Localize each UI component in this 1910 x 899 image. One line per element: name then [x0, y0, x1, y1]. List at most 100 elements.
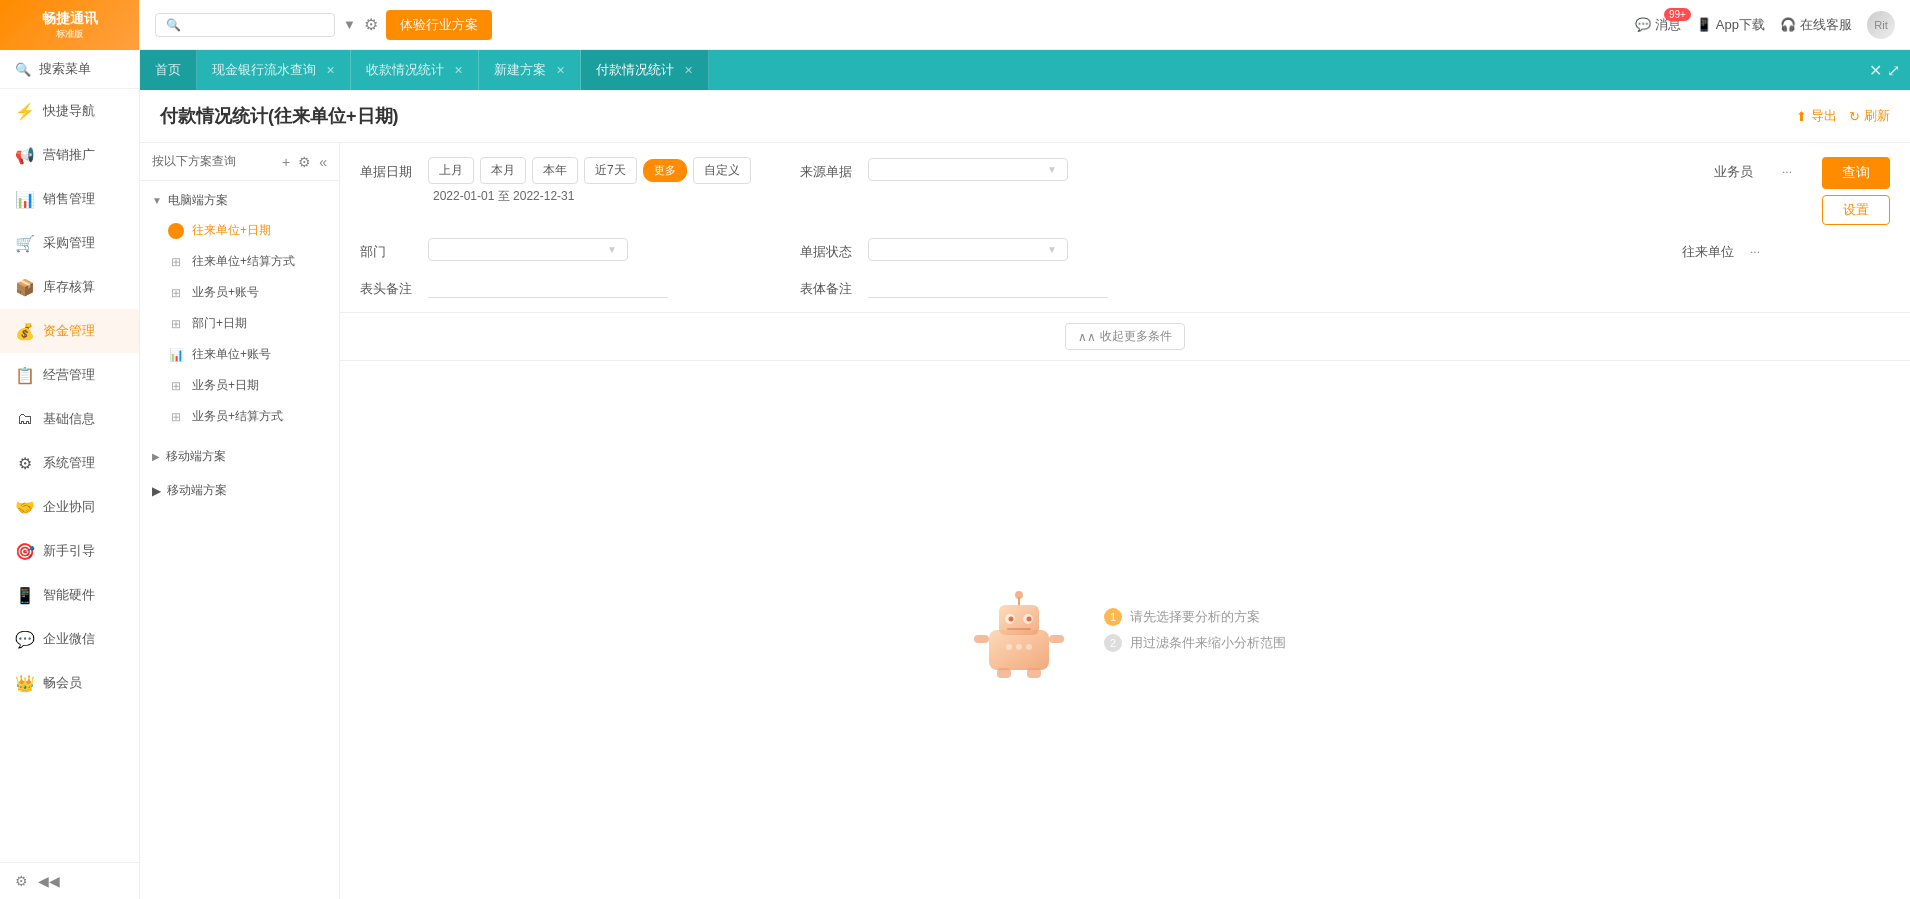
sidebar-item-wechat[interactable]: 💬 企业微信 — [0, 617, 139, 661]
sidebar-item-enterprise[interactable]: 🤝 企业协同 — [0, 485, 139, 529]
source-bill-select[interactable]: ▼ — [868, 158, 1068, 181]
topbar-search-area: 🔍 ▼ ⚙ 体验行业方案 — [155, 10, 1625, 40]
topbar: 🔍 ▼ ⚙ 体验行业方案 💬 消息 99+ 📱 App下载 🎧 在线客服 Ri — [140, 0, 1910, 50]
sidebar-item-system[interactable]: ⚙ 系统管理 — [0, 441, 139, 485]
tab-close-cashflow[interactable]: ✕ — [326, 64, 335, 77]
hint-num-2: 2 — [1104, 634, 1122, 652]
tab-receipt-stats[interactable]: 收款情况统计 ✕ — [351, 50, 479, 90]
sidebar-item-member[interactable]: 👑 畅会员 — [0, 661, 139, 705]
hint-2-text: 用过滤条件来缩小分析范围 — [1130, 634, 1286, 652]
nav-label-wechat: 企业微信 — [43, 630, 95, 648]
tabbar-actions: ✕ ⤢ — [1859, 50, 1910, 90]
tab-payment-stats[interactable]: 付款情况统计✕ — [581, 50, 709, 90]
scheme-section-title-mobile[interactable]: ▶ 移动端方案 — [140, 442, 339, 471]
trial-btn[interactable]: 体验行业方案 — [386, 10, 492, 40]
collapse-sidebar-icon[interactable]: ◀◀ — [38, 873, 60, 889]
nav-icon-marketing: 📢 — [15, 145, 35, 165]
scheme-item-label-staff-account: 业务员+账号 — [192, 284, 259, 301]
scheme-settings-icon[interactable]: ⚙ — [298, 154, 311, 170]
page-header-actions: ⬆ 导出 ↻ 刷新 — [1796, 107, 1890, 125]
sidebar-item-inventory[interactable]: 📦 库存核算 — [0, 265, 139, 309]
notifications-item[interactable]: 💬 消息 99+ — [1635, 16, 1681, 34]
scheme-item-dept-date[interactable]: ⊞部门+日期 — [140, 308, 339, 339]
avatar-text: Rit — [1874, 19, 1887, 31]
search-menu-item[interactable]: 🔍 搜索菜单 — [0, 50, 139, 89]
page-content: 付款情况统计(往来单位+日期) ⬆ 导出 ↻ 刷新 按以下方案查询 + — [140, 90, 1910, 899]
tab-close-payment-stats[interactable]: ✕ — [684, 64, 693, 77]
topbar-icons: 💬 消息 99+ 📱 App下载 🎧 在线客服 Rit — [1635, 11, 1895, 39]
tab-close-receipt-stats[interactable]: ✕ — [454, 64, 463, 77]
left-panel: 按以下方案查询 + ⚙ « ▼ 电脑端方案 往来单位+日期⊞往来单位+结算方式⊞… — [140, 143, 340, 899]
nav-icon-hardware: 📱 — [15, 585, 35, 605]
export-label: 导出 — [1811, 107, 1837, 125]
refresh-icon: ↻ — [1849, 109, 1860, 124]
settings-bottom-icon[interactable]: ⚙ — [15, 873, 28, 889]
collapse-bar: ∧∧ 收起更多条件 — [340, 313, 1910, 361]
date-custom[interactable]: 自定义 — [693, 157, 751, 184]
scheme-section-mobile[interactable]: ▶移动端方案 — [140, 476, 339, 505]
scheme-item-staff-date[interactable]: ⊞业务员+日期 — [140, 370, 339, 401]
tab-new-scheme[interactable]: 新建方案 ✕ — [479, 50, 581, 90]
query-btn[interactable]: 查询 — [1822, 157, 1890, 189]
scheme-item-staff-settle[interactable]: ⊞业务员+结算方式 — [140, 401, 339, 432]
add-scheme-btn[interactable]: + — [282, 154, 290, 170]
user-avatar[interactable]: Rit — [1867, 11, 1895, 39]
table-body-note-input[interactable] — [868, 273, 1108, 298]
date-this-year[interactable]: 本年 — [532, 157, 578, 184]
tab-home[interactable]: 首页 — [140, 50, 197, 90]
maximize-icon[interactable]: ⤢ — [1887, 61, 1900, 80]
topbar-dropdown-arrow[interactable]: ▼ — [343, 17, 356, 32]
scheme-item-partner-date[interactable]: 往来单位+日期 — [140, 215, 339, 246]
sidebar-logo: 畅捷通讯 标准版 — [0, 0, 139, 50]
date-label: 单据日期 — [360, 157, 420, 181]
table-icon-partner-settle: ⊞ — [168, 254, 184, 270]
date-more[interactable]: 更多 — [643, 159, 687, 182]
page-header: 付款情况统计(往来单位+日期) ⬆ 导出 ↻ 刷新 — [140, 90, 1910, 143]
sidebar-item-sales[interactable]: 📊 销售管理 — [0, 177, 139, 221]
date-last-7[interactable]: 近7天 — [584, 157, 637, 184]
scheme-item-staff-account[interactable]: ⊞业务员+账号 — [140, 277, 339, 308]
nav-icon-basic: 🗂 — [15, 409, 35, 429]
query-area: 查询 设置 — [1822, 157, 1890, 225]
nav-label-operation: 经营管理 — [43, 366, 95, 384]
date-options: 上月 本月 本年 近7天 更多 自定义 — [428, 157, 751, 184]
scheme-item-partner-settle[interactable]: ⊞往来单位+结算方式 — [140, 246, 339, 277]
bill-status-select[interactable]: ▼ — [868, 238, 1068, 261]
nav-label-guide: 新手引导 — [43, 542, 95, 560]
sidebar-item-guide[interactable]: 🎯 新手引导 — [0, 529, 139, 573]
date-this-month[interactable]: 本月 — [480, 157, 526, 184]
sidebar-item-operation[interactable]: 📋 经营管理 — [0, 353, 139, 397]
online-service-item[interactable]: 🎧 在线客服 — [1780, 16, 1852, 34]
topbar-gear-icon[interactable]: ⚙ — [364, 15, 378, 34]
nav-icon-guide: 🎯 — [15, 541, 35, 561]
sidebar-item-finance[interactable]: 💰 资金管理 — [0, 309, 139, 353]
refresh-btn[interactable]: ↻ 刷新 — [1849, 107, 1890, 125]
tab-label-receipt-stats: 收款情况统计 — [366, 61, 444, 79]
sidebar-item-marketing[interactable]: 📢 营销推广 — [0, 133, 139, 177]
sidebar-item-basic[interactable]: 🗂 基础信息 — [0, 397, 139, 441]
app-download-item[interactable]: 📱 App下载 — [1696, 16, 1765, 34]
tab-close-new-scheme[interactable]: ✕ — [556, 64, 565, 77]
close-all-tabs-icon[interactable]: ✕ — [1869, 61, 1882, 80]
sidebar-item-purchase[interactable]: 🛒 采购管理 — [0, 221, 139, 265]
bill-status-arrow: ▼ — [1047, 244, 1057, 255]
staff-dots[interactable]: ... — [1782, 162, 1792, 176]
sidebar-item-quick-nav[interactable]: ⚡ 快捷导航 — [0, 89, 139, 133]
tab-label-new-scheme: 新建方案 — [494, 61, 546, 79]
collapse-left-panel-icon[interactable]: « — [319, 154, 327, 170]
section-arrow-mobile: ▶ — [152, 451, 160, 462]
scheme-section-title-desktop[interactable]: ▼ 电脑端方案 — [140, 186, 339, 215]
tab-cashflow[interactable]: 现金银行流水查询✕ — [197, 50, 351, 90]
tabbar: 首页现金银行流水查询✕收款情况统计✕新建方案✕付款情况统计✕ ✕ ⤢ — [140, 50, 1910, 90]
content-area: 按以下方案查询 + ⚙ « ▼ 电脑端方案 往来单位+日期⊞往来单位+结算方式⊞… — [140, 143, 1910, 899]
table-header-note-input[interactable] — [428, 273, 668, 298]
export-btn[interactable]: ⬆ 导出 — [1796, 107, 1837, 125]
scheme-item-partner-account[interactable]: 📊往来单位+账号 — [140, 339, 339, 370]
settings-btn[interactable]: 设置 — [1822, 195, 1890, 225]
sidebar-item-hardware[interactable]: 📱 智能硬件 — [0, 573, 139, 617]
dept-select[interactable]: ▼ — [428, 238, 628, 261]
partner-dots[interactable]: ... — [1750, 242, 1760, 256]
collapse-more-btn[interactable]: ∧∧ 收起更多条件 — [1065, 323, 1185, 350]
topbar-search-box[interactable]: 🔍 — [155, 13, 335, 37]
date-last-month[interactable]: 上月 — [428, 157, 474, 184]
